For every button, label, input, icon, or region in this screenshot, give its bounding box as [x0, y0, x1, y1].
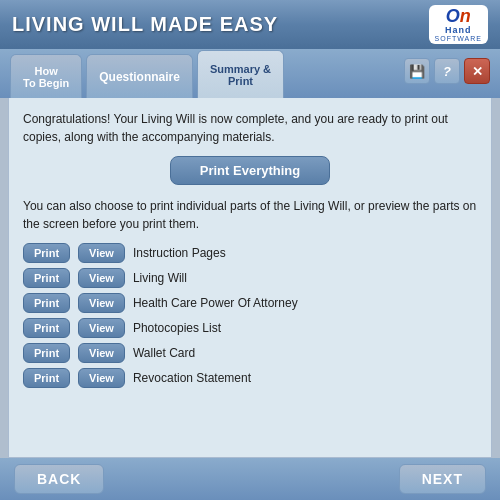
close-button[interactable]: ✕ — [464, 58, 490, 84]
list-item: Print View Health Care Power Of Attorney — [23, 293, 477, 313]
list-item: Print View Instruction Pages — [23, 243, 477, 263]
tab-summary-print[interactable]: Summary &Print — [197, 50, 284, 98]
item-label-photocopies: Photocopies List — [133, 321, 221, 335]
view-living-will-button[interactable]: View — [78, 268, 125, 288]
logo-on: On — [446, 7, 471, 25]
save-button[interactable]: 💾 — [404, 58, 430, 84]
print-wallet-button[interactable]: Print — [23, 343, 70, 363]
back-button[interactable]: BACK — [14, 464, 104, 494]
logo-hand: Hand — [445, 25, 472, 35]
view-revocation-button[interactable]: View — [78, 368, 125, 388]
intro-text: Congratulations! Your Living Will is now… — [23, 110, 477, 146]
footer: BACK NEXT — [0, 458, 500, 500]
view-wallet-button[interactable]: View — [78, 343, 125, 363]
logo: On Hand SOFTWARE — [429, 5, 488, 44]
view-health-care-button[interactable]: View — [78, 293, 125, 313]
next-button[interactable]: NEXT — [399, 464, 486, 494]
view-instruction-button[interactable]: View — [78, 243, 125, 263]
print-living-will-button[interactable]: Print — [23, 268, 70, 288]
header: LIVING WILL MADE EASY On Hand SOFTWARE — [0, 0, 500, 49]
print-revocation-button[interactable]: Print — [23, 368, 70, 388]
sub-text: You can also choose to print individual … — [23, 197, 477, 233]
item-label-revocation: Revocation Statement — [133, 371, 251, 385]
item-label-wallet: Wallet Card — [133, 346, 195, 360]
app-container: LIVING WILL MADE EASY On Hand SOFTWARE H… — [0, 0, 500, 500]
print-everything-button[interactable]: Print Everything — [170, 156, 330, 185]
app-title: LIVING WILL MADE EASY — [12, 13, 278, 36]
list-item: Print View Wallet Card — [23, 343, 477, 363]
tab-how-to-begin[interactable]: HowTo Begin — [10, 54, 82, 98]
top-icons: 💾 ? ✕ — [404, 58, 490, 84]
view-photocopies-button[interactable]: View — [78, 318, 125, 338]
tab-questionnaire[interactable]: Questionnaire — [86, 54, 193, 98]
print-instruction-button[interactable]: Print — [23, 243, 70, 263]
main-content: Congratulations! Your Living Will is now… — [8, 98, 492, 458]
item-label-living-will: Living Will — [133, 271, 187, 285]
items-list: Print View Instruction Pages Print View … — [23, 243, 477, 388]
help-button[interactable]: ? — [434, 58, 460, 84]
list-item: Print View Living Will — [23, 268, 477, 288]
list-item: Print View Photocopies List — [23, 318, 477, 338]
list-item: Print View Revocation Statement — [23, 368, 477, 388]
print-health-care-button[interactable]: Print — [23, 293, 70, 313]
item-label-instruction: Instruction Pages — [133, 246, 226, 260]
item-label-health-care: Health Care Power Of Attorney — [133, 296, 298, 310]
print-photocopies-button[interactable]: Print — [23, 318, 70, 338]
logo-software: SOFTWARE — [435, 35, 482, 42]
